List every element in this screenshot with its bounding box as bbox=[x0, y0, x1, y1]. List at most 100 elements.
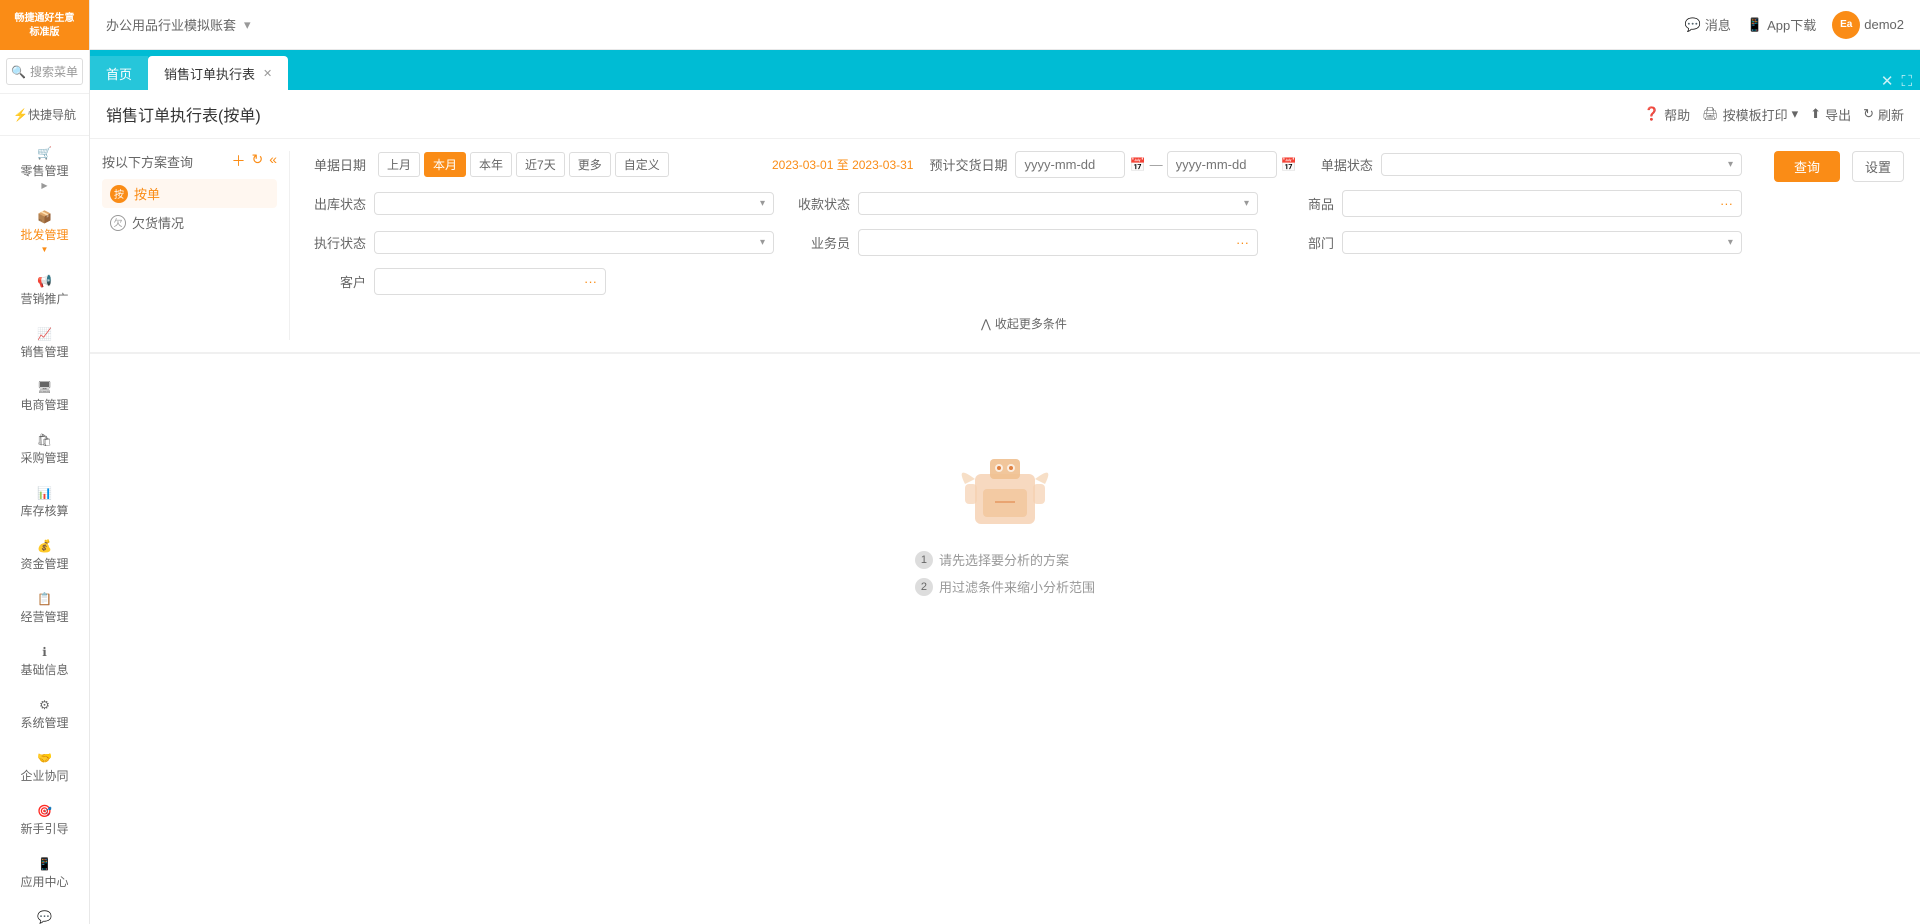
filter-item-by-order[interactable]: 按 按单 bbox=[102, 179, 277, 208]
retail-mgmt-arrow: ▶ bbox=[41, 181, 47, 190]
date-range-end: 2023-03-31 bbox=[852, 158, 913, 172]
newcomer-icon: 🎯 bbox=[37, 804, 52, 818]
expected-date-end-input[interactable] bbox=[1167, 151, 1277, 178]
filter-panel-header: 按以下方案查询 ＋ ↻ « bbox=[102, 151, 277, 171]
filter-group-exec: 执行状态 ▾ bbox=[306, 231, 774, 254]
sys-mgmt-label: 系统管理 bbox=[20, 714, 68, 731]
receivable-icon: 欠 bbox=[110, 215, 126, 231]
filter-group-customer: 客户 ··· bbox=[306, 268, 606, 295]
sidebar-item-app-center[interactable]: 📱 应用中心 bbox=[0, 847, 89, 900]
sidebar-item-quick-nav[interactable]: ⚡ 快捷导航 bbox=[0, 100, 89, 129]
sidebar-item-wholesale-mgmt[interactable]: 📦 批发管理 ▼ bbox=[0, 200, 89, 264]
sidebar-item-purchase-mgmt[interactable]: 🛍 采购管理 bbox=[0, 423, 89, 476]
date-btn-custom[interactable]: 自定义 bbox=[615, 152, 669, 177]
sidebar-item-operations[interactable]: 📋 经营管理 bbox=[0, 582, 89, 635]
filter-section: 按以下方案查询 ＋ ↻ « 按 按单 欠 欠货情况 bbox=[90, 139, 1920, 353]
sidebar-item-sys-mgmt[interactable]: ⚙ 系统管理 bbox=[0, 688, 89, 741]
sidebar-menu: 🛒 零售管理 ▶ 📦 批发管理 ▼ 📢 营销推广 📈 销售管理 🖥 电商管理 🛍… bbox=[0, 136, 89, 924]
query-button[interactable]: 查询 bbox=[1774, 151, 1840, 182]
empty-illustration bbox=[945, 434, 1065, 534]
logo-name: 畅捷通好生意 bbox=[15, 12, 75, 25]
collapse-bar[interactable]: ⋀ 收起更多条件 bbox=[306, 307, 1742, 340]
payment-label: 收款状态 bbox=[790, 194, 850, 213]
export-button[interactable]: ⬆ 导出 bbox=[1810, 105, 1851, 124]
customer-select-dots[interactable]: ··· bbox=[584, 274, 597, 289]
status-select[interactable]: ▾ bbox=[1381, 153, 1742, 176]
sidebar-item-enterprise-wx[interactable]: 💬 企业微信 bbox=[0, 900, 89, 924]
filter-panel-actions: ＋ ↻ « bbox=[231, 151, 277, 171]
exec-select-arrow: ▾ bbox=[760, 237, 765, 248]
salesperson-select-dots[interactable]: ··· bbox=[1236, 235, 1249, 250]
help-label: 帮助 bbox=[1664, 105, 1690, 124]
wholesale-mgmt-icon: 📦 bbox=[37, 210, 52, 224]
empty-tip-1: 1 请先选择要分析的方案 bbox=[915, 550, 1095, 569]
sidebar-item-ecom-mgmt[interactable]: 🖥 电商管理 bbox=[0, 370, 89, 423]
empty-svg bbox=[945, 434, 1065, 534]
tab-fullscreen-button[interactable]: ⛶ bbox=[1901, 73, 1912, 90]
sidebar-item-retail-mgmt[interactable]: 🛒 零售管理 ▶ bbox=[0, 136, 89, 200]
print-icon: 🖨 bbox=[1702, 106, 1719, 122]
settings-button[interactable]: 设置 bbox=[1852, 151, 1904, 182]
date-btn-last-7-days[interactable]: 近7天 bbox=[516, 152, 565, 177]
tab-close-all-button[interactable]: ✕ bbox=[1881, 72, 1894, 90]
filter-group-delivery: 出库状态 ▾ bbox=[306, 192, 774, 215]
inventory-icon: 📊 bbox=[37, 486, 52, 500]
search-menu-button[interactable]: 🔍 搜索菜单 bbox=[6, 58, 83, 85]
quick-nav-icon: ⚡ bbox=[13, 108, 28, 122]
customer-select[interactable]: ··· bbox=[374, 268, 606, 295]
tab-home[interactable]: 首页 bbox=[90, 56, 148, 90]
date-btn-this-month[interactable]: 本月 bbox=[424, 152, 466, 177]
basic-info-label: 基础信息 bbox=[20, 661, 68, 678]
user-profile[interactable]: Ea demo2 bbox=[1832, 11, 1904, 39]
filter-group-dept: 部门 ▾ bbox=[1274, 231, 1742, 254]
empty-tips: 1 请先选择要分析的方案 2 用过滤条件来缩小分析范围 bbox=[915, 550, 1095, 596]
exec-label: 执行状态 bbox=[306, 233, 366, 252]
expected-date-range: 📅 — 📅 bbox=[1015, 151, 1296, 178]
app-center-label: 应用中心 bbox=[20, 873, 68, 890]
date-btn-last-month[interactable]: 上月 bbox=[378, 152, 420, 177]
expected-date-start-input[interactable] bbox=[1015, 151, 1125, 178]
enterprise-icon: 🤝 bbox=[37, 751, 52, 765]
sidebar-quick-nav: ⚡ 快捷导航 bbox=[0, 94, 89, 136]
payment-select[interactable]: ▾ bbox=[858, 192, 1258, 215]
filter-item-receivable[interactable]: 欠 欠货情况 bbox=[102, 208, 277, 237]
message-button[interactable]: 💬 消息 bbox=[1685, 15, 1731, 34]
filter-refresh-button[interactable]: ↻ bbox=[251, 151, 263, 171]
status-select-arrow: ▾ bbox=[1728, 159, 1733, 170]
salesperson-select[interactable]: ··· bbox=[858, 229, 1258, 256]
sidebar-item-finance[interactable]: 💰 资金管理 bbox=[0, 529, 89, 582]
by-order-icon: 按 bbox=[110, 185, 128, 203]
print-button[interactable]: 🖨 按模板打印 ▾ bbox=[1702, 105, 1798, 124]
message-label: 消息 bbox=[1705, 15, 1731, 34]
delivery-select[interactable]: ▾ bbox=[374, 192, 774, 215]
help-button[interactable]: ❓ 帮助 bbox=[1644, 105, 1690, 124]
goods-select-dots[interactable]: ··· bbox=[1720, 196, 1733, 211]
collapse-label: 收起更多条件 bbox=[995, 315, 1067, 332]
topbar-path-label: 办公用品行业模拟账套 bbox=[106, 15, 236, 34]
date-btn-this-year[interactable]: 本年 bbox=[470, 152, 512, 177]
status-label: 单据状态 bbox=[1313, 155, 1373, 174]
tab-sales-exec[interactable]: 销售订单执行表 ✕ bbox=[148, 56, 288, 90]
filter-collapse-button[interactable]: « bbox=[269, 151, 277, 171]
sidebar-item-basic-info[interactable]: ℹ 基础信息 bbox=[0, 635, 89, 688]
tab-close-icon[interactable]: ✕ bbox=[263, 67, 272, 80]
topbar-dropdown-icon[interactable]: ▾ bbox=[244, 17, 251, 33]
calendar-icon-start: 📅 bbox=[1129, 157, 1145, 173]
date-btn-more[interactable]: 更多 bbox=[569, 152, 611, 177]
sidebar-item-marketing[interactable]: 📢 营销推广 bbox=[0, 264, 89, 317]
exec-select[interactable]: ▾ bbox=[374, 231, 774, 254]
filter-add-button[interactable]: ＋ bbox=[231, 151, 245, 171]
sidebar-item-newcomer[interactable]: 🎯 新手引导 bbox=[0, 794, 89, 847]
goods-select[interactable]: ··· bbox=[1342, 190, 1742, 217]
purchase-mgmt-icon: 🛍 bbox=[37, 433, 52, 447]
sidebar-item-sales-mgmt[interactable]: 📈 销售管理 bbox=[0, 317, 89, 370]
app-download-button[interactable]: 📱 App下载 bbox=[1747, 15, 1816, 34]
sidebar-item-inventory[interactable]: 📊 库存核算 bbox=[0, 476, 89, 529]
quick-nav-label: 快捷导航 bbox=[28, 106, 76, 123]
dept-select[interactable]: ▾ bbox=[1342, 231, 1742, 254]
operations-icon: 📋 bbox=[37, 592, 52, 606]
refresh-button[interactable]: ↻ 刷新 bbox=[1863, 105, 1904, 124]
sidebar-item-enterprise[interactable]: 🤝 企业协同 bbox=[0, 741, 89, 794]
delivery-label: 出库状态 bbox=[306, 194, 366, 213]
filter-group-date: 单据日期 上月 本月 本年 近7天 更多 自定义 bbox=[306, 152, 756, 177]
